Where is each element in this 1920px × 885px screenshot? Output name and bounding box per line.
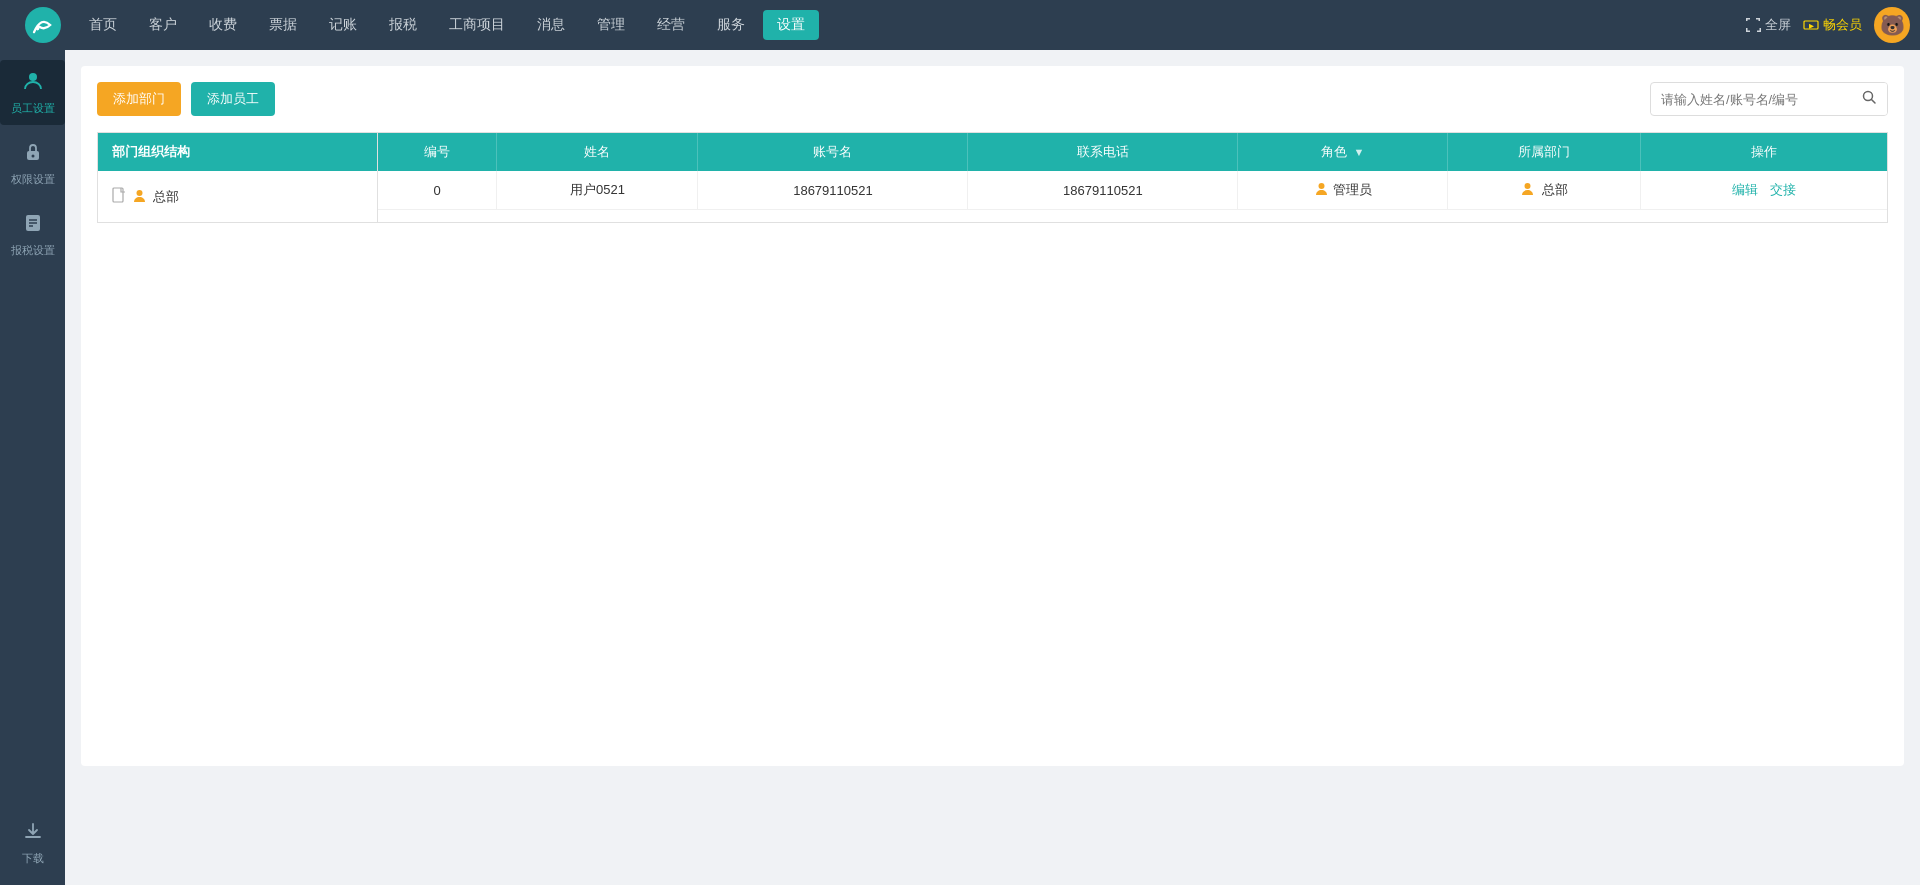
col-action: 操作 bbox=[1641, 133, 1887, 171]
nav-service[interactable]: 服务 bbox=[703, 10, 759, 40]
logo-icon bbox=[25, 7, 61, 43]
avatar[interactable]: 🐻 bbox=[1874, 7, 1910, 43]
cell-id: 0 bbox=[378, 171, 497, 210]
table-panel: 编号 姓名 账号名 联系电话 角色 ▼ 所属部门 操作 bbox=[377, 132, 1888, 223]
main-content: 添加部门 添加员工 部门组织结构 bbox=[65, 50, 1920, 885]
col-role[interactable]: 角色 ▼ bbox=[1238, 133, 1448, 171]
sidebar: 员工设置 权限设置 报税设置 下 bbox=[0, 50, 65, 885]
svg-point-16 bbox=[1525, 183, 1531, 189]
employee-svg bbox=[22, 70, 44, 92]
cell-role: 管理员 bbox=[1238, 171, 1448, 210]
search-input[interactable] bbox=[1651, 86, 1851, 113]
toolbar: 添加部门 添加员工 bbox=[97, 82, 1888, 116]
nav-message[interactable]: 消息 bbox=[523, 10, 579, 40]
svg-point-0 bbox=[25, 7, 61, 43]
two-col-layout: 部门组织结构 bbox=[97, 132, 1888, 223]
fullscreen-button[interactable]: 全屏 bbox=[1745, 16, 1791, 34]
sidebar-download-label: 下载 bbox=[22, 852, 44, 865]
dept-icon-svg bbox=[1520, 181, 1535, 196]
svg-point-15 bbox=[1318, 183, 1324, 189]
sidebar-item-download[interactable]: 下载 bbox=[0, 810, 65, 875]
file-icon bbox=[112, 187, 126, 206]
nav-manage[interactable]: 管理 bbox=[583, 10, 639, 40]
svg-line-12 bbox=[1872, 100, 1876, 104]
employee-icon bbox=[22, 70, 44, 97]
sidebar-item-employee[interactable]: 员工设置 bbox=[0, 60, 65, 125]
top-nav: 首页 客户 收费 票据 记账 报税 工商项目 消息 管理 经营 服务 设置 全屏… bbox=[0, 0, 1920, 50]
svg-point-4 bbox=[29, 73, 37, 81]
avatar-emoji: 🐻 bbox=[1880, 13, 1905, 37]
nav-bill[interactable]: 票据 bbox=[255, 10, 311, 40]
col-role-label: 角色 bbox=[1321, 144, 1347, 159]
lock-svg bbox=[22, 141, 44, 163]
nav-items: 首页 客户 收费 票据 记账 报税 工商项目 消息 管理 经营 服务 设置 bbox=[75, 10, 1745, 40]
add-dept-button[interactable]: 添加部门 bbox=[97, 82, 181, 116]
role-user-icon bbox=[1314, 181, 1329, 199]
cell-phone: 18679110521 bbox=[968, 171, 1238, 210]
cell-actions: 编辑 交接 bbox=[1641, 171, 1887, 210]
sidebar-employee-label: 员工设置 bbox=[11, 102, 55, 115]
cell-name: 用户0521 bbox=[497, 171, 698, 210]
fullscreen-icon bbox=[1745, 17, 1761, 33]
tree-panel: 部门组织结构 bbox=[97, 132, 377, 223]
sidebar-taxsettings-label: 报税设置 bbox=[11, 244, 55, 257]
transfer-link[interactable]: 交接 bbox=[1766, 182, 1800, 197]
logo bbox=[10, 7, 75, 43]
add-emp-button[interactable]: 添加员工 bbox=[191, 82, 275, 116]
svg-point-6 bbox=[31, 155, 34, 158]
user-svg bbox=[132, 188, 147, 203]
download-svg bbox=[22, 820, 44, 842]
tree-user-icon bbox=[132, 188, 147, 206]
vip-button[interactable]: ▶ 畅会员 bbox=[1803, 16, 1862, 34]
svg-point-1 bbox=[35, 27, 39, 31]
vip-icon: ▶ bbox=[1803, 17, 1819, 33]
table-header-row: 编号 姓名 账号名 联系电话 角色 ▼ 所属部门 操作 bbox=[378, 133, 1887, 171]
dept-text: 总部 bbox=[1542, 181, 1568, 199]
col-id: 编号 bbox=[378, 133, 497, 171]
nav-home[interactable]: 首页 bbox=[75, 10, 131, 40]
role-icon-svg bbox=[1314, 181, 1329, 196]
tax-settings-svg bbox=[22, 212, 44, 234]
tax-settings-icon bbox=[22, 212, 44, 239]
search-area bbox=[1650, 82, 1888, 116]
file-svg bbox=[112, 187, 126, 203]
tree-header: 部门组织结构 bbox=[98, 133, 377, 171]
sidebar-item-permission[interactable]: 权限设置 bbox=[0, 131, 65, 196]
tree-node-root[interactable]: 总部 bbox=[112, 181, 363, 212]
top-right: 全屏 ▶ 畅会员 🐻 bbox=[1745, 7, 1910, 43]
nav-tax[interactable]: 报税 bbox=[375, 10, 431, 40]
tree-body: 总部 bbox=[98, 171, 377, 222]
search-button[interactable] bbox=[1851, 83, 1887, 115]
sidebar-item-taxsettings[interactable]: 报税设置 bbox=[0, 202, 65, 267]
svg-point-14 bbox=[137, 190, 143, 196]
nav-operation[interactable]: 经营 bbox=[643, 10, 699, 40]
col-dept: 所属部门 bbox=[1448, 133, 1641, 171]
col-name: 姓名 bbox=[497, 133, 698, 171]
edit-link[interactable]: 编辑 bbox=[1728, 182, 1762, 197]
role-text: 管理员 bbox=[1333, 181, 1372, 199]
employee-table: 编号 姓名 账号名 联系电话 角色 ▼ 所属部门 操作 bbox=[378, 133, 1887, 210]
nav-business[interactable]: 工商项目 bbox=[435, 10, 519, 40]
col-phone: 联系电话 bbox=[968, 133, 1238, 171]
fullscreen-label: 全屏 bbox=[1765, 16, 1791, 34]
vip-label: 畅会员 bbox=[1823, 16, 1862, 34]
svg-text:▶: ▶ bbox=[1809, 23, 1814, 29]
nav-fee[interactable]: 收费 bbox=[195, 10, 251, 40]
role-filter-icon[interactable]: ▼ bbox=[1354, 146, 1365, 158]
download-icon bbox=[22, 820, 44, 847]
nav-settings[interactable]: 设置 bbox=[763, 10, 819, 40]
content-area: 添加部门 添加员工 部门组织结构 bbox=[81, 66, 1904, 766]
cell-account: 18679110521 bbox=[698, 171, 968, 210]
lock-icon bbox=[22, 141, 44, 168]
cell-dept: 总部 bbox=[1448, 171, 1641, 210]
sidebar-permission-label: 权限设置 bbox=[11, 173, 55, 186]
search-icon bbox=[1861, 89, 1877, 105]
nav-customer[interactable]: 客户 bbox=[135, 10, 191, 40]
table-row: 0 用户0521 18679110521 18679110521 bbox=[378, 171, 1887, 210]
tree-node-label: 总部 bbox=[153, 188, 179, 206]
nav-accounting[interactable]: 记账 bbox=[315, 10, 371, 40]
dept-user-icon bbox=[1520, 181, 1535, 199]
col-account: 账号名 bbox=[698, 133, 968, 171]
